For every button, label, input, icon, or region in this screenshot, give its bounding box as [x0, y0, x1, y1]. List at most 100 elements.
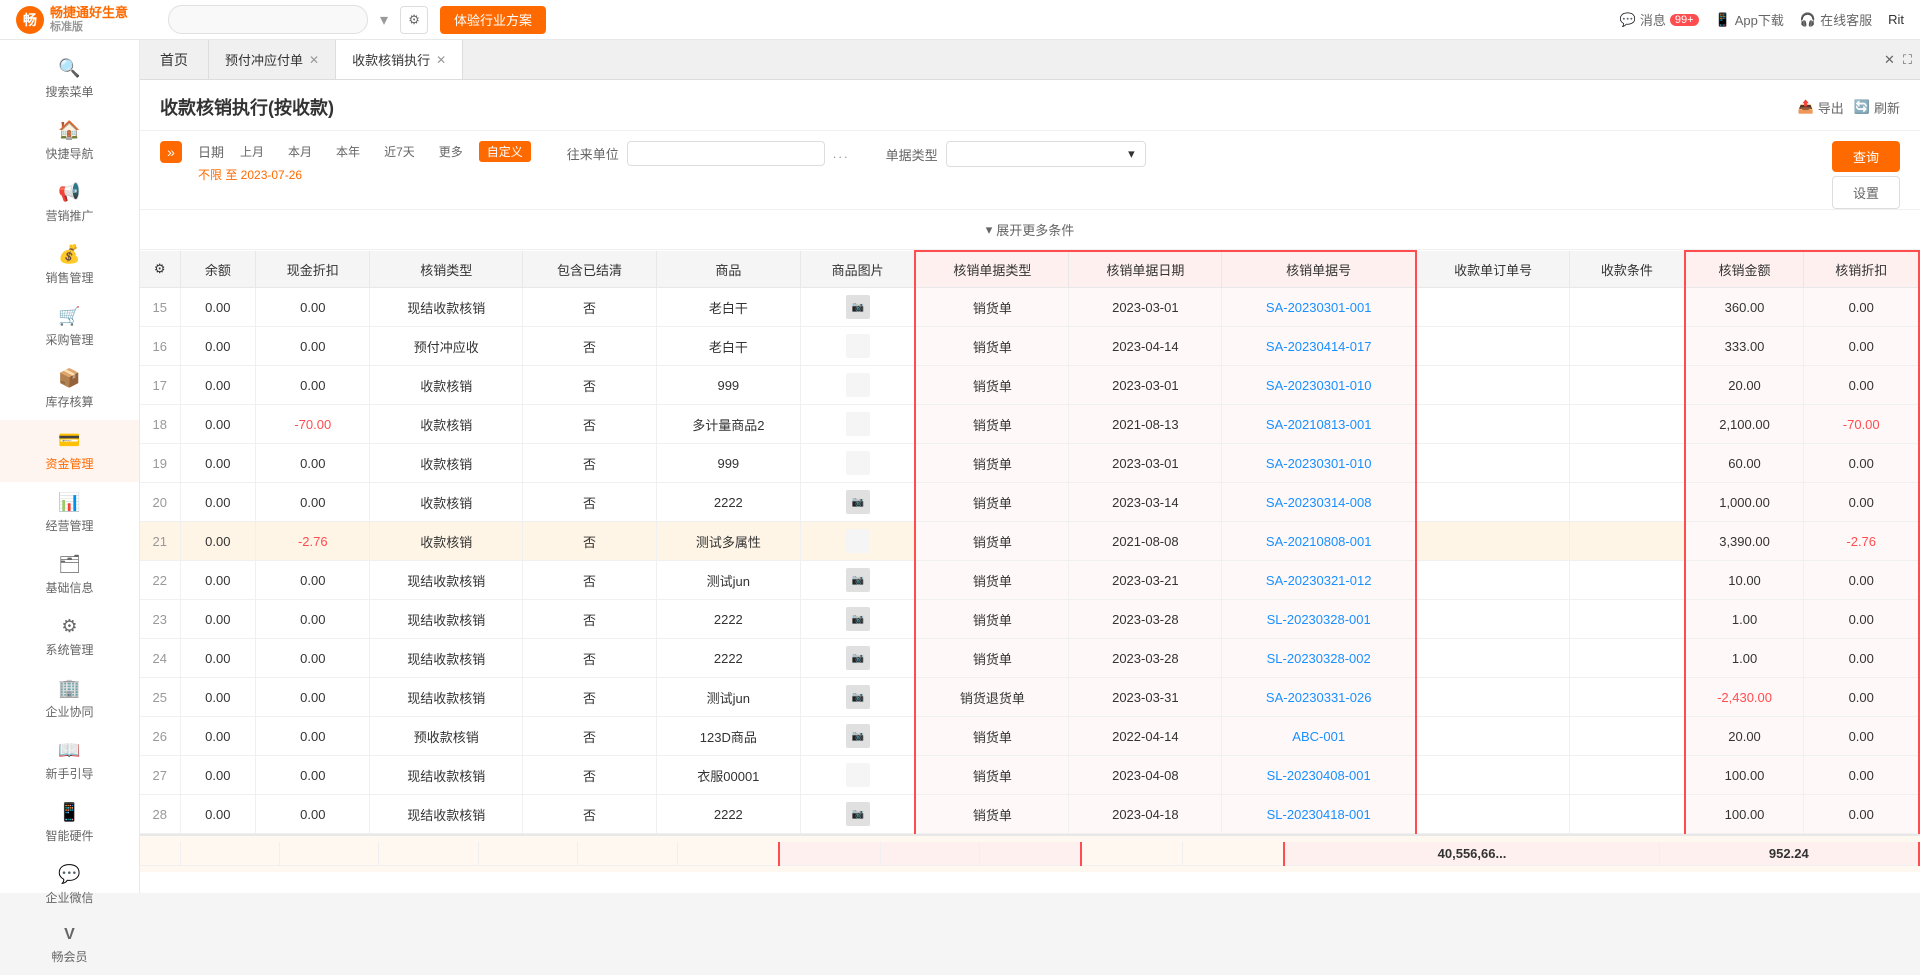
cell-balance: 0.00 — [180, 756, 256, 795]
verify-bill-no-link[interactable]: SA-20230301-010 — [1266, 378, 1372, 393]
cell-verify-discount: 0.00 — [1804, 327, 1919, 366]
sidebar-item-inventory[interactable]: 📦 库存核算 — [0, 358, 139, 420]
sidebar-item-wechat[interactable]: 💬 企业微信 — [0, 854, 139, 916]
cell-goods-img — [800, 522, 915, 561]
sales-icon: 💰 — [58, 244, 80, 265]
filter-toggle[interactable]: » — [160, 141, 182, 163]
sidebar-item-sales[interactable]: 💰 销售管理 — [0, 234, 139, 296]
from-unit-section: 往来单位 ... — [567, 141, 850, 166]
filter-recent7[interactable]: 近7天 — [376, 141, 423, 162]
filter-more[interactable]: 更多 — [431, 141, 471, 162]
sidebar-item-system[interactable]: ⚙ 系统管理 — [0, 606, 139, 668]
tab-receipt-verify[interactable]: 收款核销执行 ✕ — [336, 40, 463, 79]
refresh-btn[interactable]: 🔄 刷新 — [1854, 98, 1900, 117]
cell-cash-discount: 0.00 — [256, 600, 370, 639]
sidebar-label-guide: 新手引导 — [45, 765, 93, 782]
verify-bill-no-link[interactable]: SL-20230328-001 — [1267, 612, 1371, 627]
tab-maximize-icon[interactable]: ⛶ — [1903, 52, 1912, 68]
cell-balance: 0.00 — [180, 483, 256, 522]
cell-receipt-order-no — [1416, 795, 1570, 834]
vip-icon: V — [64, 926, 75, 944]
sidebar-label-system: 系统管理 — [45, 641, 93, 658]
filter-date-range: 不限 至 2023-07-26 — [198, 168, 302, 182]
app-download-btn[interactable]: 📱 App下载 — [1715, 10, 1784, 29]
cell-receipt-condition — [1570, 327, 1685, 366]
table-row: 28 0.00 0.00 现结收款核销 否 2222 📷 销货单 2023-04… — [140, 795, 1919, 834]
sidebar-item-guide[interactable]: 📖 新手引导 — [0, 730, 139, 792]
message-btn[interactable]: 💬 消息 99+ — [1620, 10, 1699, 29]
bill-type-select[interactable]: ▾ — [946, 141, 1146, 167]
footer-verify-amount: 40,556,66... — [1284, 842, 1659, 866]
tab-receipt-verify-close[interactable]: ✕ — [436, 53, 446, 67]
cell-goods: 测试多属性 — [656, 522, 800, 561]
verify-bill-no-link[interactable]: SA-20210813-001 — [1266, 417, 1372, 432]
cell-goods-img: 📷 — [800, 288, 915, 327]
top-bar-right: 💬 消息 99+ 📱 App下载 🎧 在线客服 Rit — [1620, 10, 1904, 29]
cell-verify-discount: 0.00 — [1804, 366, 1919, 405]
verify-bill-no-link[interactable]: SA-20230301-010 — [1266, 456, 1372, 471]
sidebar-item-base-info[interactable]: 🗂 基础信息 — [0, 544, 139, 606]
cell-receipt-condition — [1570, 405, 1685, 444]
settings-btn[interactable]: 设置 — [1832, 176, 1900, 209]
industry-btn[interactable]: 体验行业方案 — [440, 6, 546, 34]
verify-bill-no-link[interactable]: SL-20230418-001 — [1267, 807, 1371, 822]
from-unit-input[interactable] — [627, 141, 825, 166]
tab-prepay-close[interactable]: ✕ — [309, 53, 319, 67]
cell-receipt-condition — [1570, 561, 1685, 600]
filter-custom[interactable]: 自定义 — [479, 141, 531, 162]
th-receipt-condition: 收款条件 — [1570, 251, 1685, 288]
verify-bill-no-link[interactable]: SL-20230408-001 — [1267, 768, 1371, 783]
sidebar-label-vip: 畅会员 — [51, 948, 87, 965]
sidebar-item-business[interactable]: 📊 经营管理 — [0, 482, 139, 544]
verify-bill-no-link[interactable]: ABC-001 — [1292, 729, 1345, 744]
sidebar-label-business: 经营管理 — [45, 517, 93, 534]
wechat-icon: 💬 — [58, 864, 80, 885]
table-container[interactable]: ⚙ 余额 现金折扣 核销类型 包含已结清 商品 商品图片 核销单据类型 核销单据… — [140, 250, 1920, 893]
verify-bill-no-link[interactable]: SA-20230414-017 — [1266, 339, 1372, 354]
tab-home[interactable]: 首页 — [140, 40, 209, 79]
sidebar-item-hardware[interactable]: 📱 智能硬件 — [0, 792, 139, 854]
verify-bill-no-link[interactable]: SA-20230321-012 — [1266, 573, 1372, 588]
cell-goods: 多计量商品2 — [656, 405, 800, 444]
tab-bar-right: ✕ ⛶ — [1876, 40, 1920, 79]
filter-this-year[interactable]: 本年 — [328, 141, 368, 162]
query-btn[interactable]: 查询 — [1832, 141, 1900, 172]
sidebar-item-marketing[interactable]: 📢 营销推广 — [0, 172, 139, 234]
cell-verify-type: 收款核销 — [370, 444, 523, 483]
sidebar-item-search[interactable]: 🔍 搜索菜单 — [0, 48, 139, 110]
sidebar-item-enterprise[interactable]: 🏢 企业协同 — [0, 668, 139, 730]
export-btn[interactable]: 📤 导出 — [1798, 98, 1844, 117]
row-number: 24 — [140, 639, 180, 678]
cell-receipt-condition — [1570, 366, 1685, 405]
settings-icon[interactable]: ⚙ — [400, 6, 428, 34]
filter-last-month[interactable]: 上月 — [232, 141, 272, 162]
online-service-btn[interactable]: 🎧 在线客服 — [1800, 10, 1872, 29]
verify-bill-no-link[interactable]: SA-20210808-001 — [1266, 534, 1372, 549]
th-include-settled: 包含已结清 — [523, 251, 657, 288]
search-dropdown-icon[interactable]: ▾ — [380, 10, 388, 30]
tab-close-all-icon[interactable]: ✕ — [1884, 52, 1895, 68]
cell-verify-bill-date: 2021-08-08 — [1069, 522, 1222, 561]
cell-verify-amount: 100.00 — [1685, 756, 1804, 795]
cell-verify-bill-no: SA-20230414-017 — [1222, 327, 1416, 366]
cell-verify-bill-no: SL-20230418-001 — [1222, 795, 1416, 834]
expand-btn[interactable]: ▾ 展开更多条件 — [986, 214, 1075, 245]
th-settings[interactable]: ⚙ — [140, 251, 180, 288]
verify-bill-no-link[interactable]: SA-20230301-001 — [1266, 300, 1372, 315]
verify-bill-no-link[interactable]: SA-20230331-026 — [1266, 690, 1372, 705]
from-unit-dots[interactable]: ... — [833, 146, 850, 161]
cell-verify-bill-date: 2023-03-01 — [1069, 366, 1222, 405]
sidebar-item-purchase[interactable]: 🛒 采购管理 — [0, 296, 139, 358]
sidebar-item-finance[interactable]: 💳 资金管理 — [0, 420, 139, 482]
cell-cash-discount: -70.00 — [256, 405, 370, 444]
verify-bill-no-link[interactable]: SA-20230314-008 — [1266, 495, 1372, 510]
cell-verify-bill-date: 2023-03-01 — [1069, 288, 1222, 327]
top-search-placeholder — [168, 5, 368, 34]
sidebar-item-vip[interactable]: V 畅会员 — [0, 916, 139, 975]
sidebar-label-enterprise: 企业协同 — [45, 703, 93, 720]
tab-prepay[interactable]: 预付冲应付单 ✕ — [209, 40, 336, 79]
sidebar-item-quick-nav[interactable]: 🏠 快捷导航 — [0, 110, 139, 172]
sidebar-label-purchase: 采购管理 — [45, 331, 93, 348]
filter-this-month[interactable]: 本月 — [280, 141, 320, 162]
verify-bill-no-link[interactable]: SL-20230328-002 — [1267, 651, 1371, 666]
